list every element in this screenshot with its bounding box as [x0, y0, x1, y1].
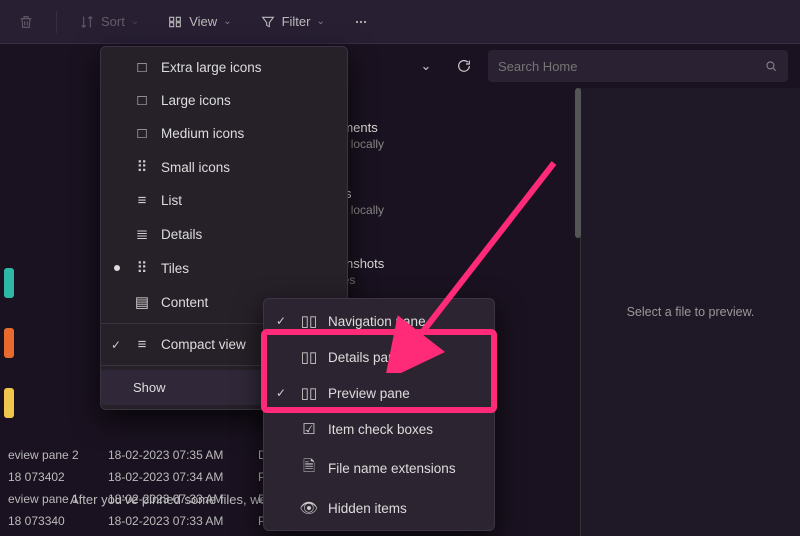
preview-empty-text: Select a file to preview. [627, 305, 755, 319]
sidebar-item[interactable] [4, 268, 14, 298]
layout-icon: ⠿ [133, 158, 151, 176]
view-option-medium-icons[interactable]: □ Medium icons [101, 117, 347, 150]
sort-button: Sort ⌄ [69, 8, 149, 36]
preview-pane: Select a file to preview. [580, 88, 800, 536]
file-date: 18-02-2023 07:33 AM [108, 514, 258, 528]
menu-item-label: Preview pane [328, 386, 410, 401]
check-icon: ✓ [276, 386, 286, 400]
show-option-item-check-boxes[interactable]: ☑ Item check boxes [264, 411, 494, 447]
check-icon: ✓ [111, 338, 121, 352]
view-option-large-icons[interactable]: □ Large icons [101, 84, 347, 117]
recent-dropdown[interactable]: ⌄ [412, 52, 440, 80]
checkbox-icon: ☑ [300, 420, 318, 438]
menu-item-label: Content [161, 295, 208, 310]
layout-icon: □ [133, 59, 151, 76]
trash-icon [18, 14, 34, 30]
file-name: 18 073402 [8, 470, 108, 484]
pane-icon: ▯▯ [300, 312, 318, 330]
sidebar-item[interactable] [4, 328, 14, 358]
filter-button[interactable]: Filter ⌄ [250, 8, 335, 36]
file-date: 18-02-2023 07:35 AM [108, 448, 258, 462]
chevron-down-icon: ⌄ [131, 16, 139, 27]
menu-item-label: Details pane [328, 350, 403, 365]
compact-icon: ≡ [133, 336, 151, 353]
menu-item-label: Medium icons [161, 126, 244, 141]
menu-item-label: File name extensions [328, 461, 456, 476]
menu-item-label: Extra large icons [161, 60, 262, 75]
sidebar-item[interactable] [4, 388, 14, 418]
menu-item-label: Large icons [161, 93, 231, 108]
sort-label: Sort [101, 14, 125, 29]
menu-item-label: Tiles [161, 261, 189, 276]
ellipsis-icon [353, 14, 369, 30]
layout-icon: ≡ [133, 192, 151, 209]
pane-icon: ▯▯ [300, 384, 318, 402]
search-box[interactable] [488, 50, 788, 82]
search-input[interactable] [498, 59, 756, 74]
chevron-down-icon: ⌄ [223, 16, 231, 27]
file-name: 18 073340 [8, 514, 108, 528]
layout-icon: ⠿ [133, 259, 151, 277]
refresh-button[interactable] [450, 52, 478, 80]
eye-icon: 👁 [300, 499, 318, 517]
view-option-details[interactable]: ≣ Details [101, 217, 347, 251]
view-button[interactable]: View ⌄ [157, 8, 241, 36]
layout-icon: ≣ [133, 225, 151, 243]
show-option-file-name-extensions[interactable]: 🗎 File name extensions [264, 447, 494, 490]
filter-icon [260, 14, 276, 30]
show-option-navigation-pane[interactable]: ✓ ▯▯ Navigation pane [264, 303, 494, 339]
selected-bullet-icon [114, 265, 120, 271]
sidebar-tabs [0, 268, 42, 418]
show-option-hidden-items[interactable]: 👁 Hidden items [264, 490, 494, 526]
view-icon [167, 14, 183, 30]
file-name: eview pane 2 [8, 448, 108, 462]
refresh-icon [456, 58, 472, 74]
scrollbar[interactable] [575, 88, 581, 238]
chevron-down-icon: ⌄ [421, 58, 432, 74]
chevron-down-icon: ⌄ [316, 16, 324, 27]
toolbar: Sort ⌄ View ⌄ Filter ⌄ [0, 0, 800, 44]
filter-label: Filter [282, 14, 311, 29]
menu-item-label: Hidden items [328, 501, 407, 516]
menu-item-label: Details [161, 227, 202, 242]
show-option-preview-pane[interactable]: ✓ ▯▯ Preview pane [264, 375, 494, 411]
view-option-small-icons[interactable]: ⠿ Small icons [101, 150, 347, 184]
layout-icon: ▤ [133, 293, 151, 311]
show-option-details-pane[interactable]: ▯▯ Details pane [264, 339, 494, 375]
menu-item-label: Item check boxes [328, 422, 433, 437]
separator [56, 11, 57, 33]
menu-item-label: List [161, 193, 182, 208]
menu-item-label: Small icons [161, 160, 230, 175]
show-submenu: ✓ ▯▯ Navigation pane ▯▯ Details pane ✓ ▯▯ Pre… [263, 298, 495, 531]
view-option-tiles[interactable]: ⠿ Tiles [101, 251, 347, 285]
menu-item-label: Show [133, 380, 166, 395]
sort-icon [79, 14, 95, 30]
menu-item-label: Navigation pane [328, 314, 426, 329]
layout-icon: □ [133, 125, 151, 142]
menu-item-label: Compact view [161, 337, 246, 352]
layout-icon: □ [133, 92, 151, 109]
file-name: eview pane 1 [8, 492, 108, 506]
search-icon [764, 59, 778, 73]
view-label: View [189, 14, 217, 29]
pane-icon: ▯▯ [300, 348, 318, 366]
view-option-list[interactable]: ≡ List [101, 184, 347, 217]
view-option-extra-large-icons[interactable]: □ Extra large icons [101, 51, 347, 84]
file-date: 18-02-2023 07:33 AM [108, 492, 258, 506]
more-button[interactable] [343, 8, 379, 36]
delete-button [8, 8, 44, 36]
file-date: 18-02-2023 07:34 AM [108, 470, 258, 484]
check-icon: ✓ [276, 314, 286, 328]
file-icon: 🗎 [300, 456, 318, 481]
